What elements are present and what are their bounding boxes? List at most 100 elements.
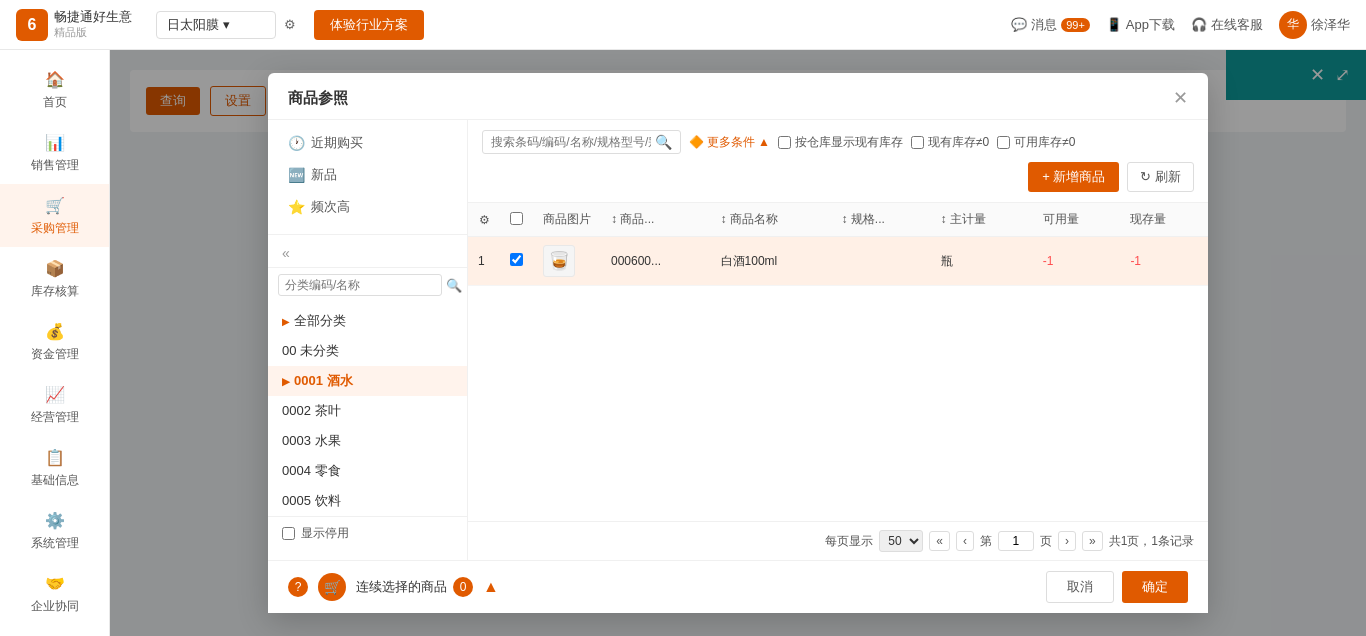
settings-icon-btn[interactable]: ⚙ xyxy=(276,13,304,36)
col-available-header: 可用量 xyxy=(1033,203,1121,237)
home-icon: 🏠 xyxy=(44,68,66,90)
left-panel: 🕐 近期购买 🆕 新品 ⭐ 频次高 xyxy=(268,120,468,560)
cat-0001[interactable]: ▶ 0001 酒水 xyxy=(268,366,467,396)
show-disabled-checkbox[interactable] xyxy=(282,527,295,540)
clock-icon: 🕐 xyxy=(288,135,305,151)
cat-0003[interactable]: 0003 水果 xyxy=(268,426,467,456)
collapse-left-button[interactable]: « xyxy=(274,241,298,265)
product-toolbar: 🔍 🔶 更多条件 ▲ 按仓库显示现有库存 xyxy=(468,120,1208,203)
management-icon: 📈 xyxy=(44,383,66,405)
message-icon: 💬 xyxy=(1011,17,1027,32)
sidebar-item-sales[interactable]: 📊 销售管理 xyxy=(0,121,109,184)
page-size-select[interactable]: 50 xyxy=(879,530,923,552)
sidebar-item-guide[interactable]: 🎯 新手引导 xyxy=(0,625,109,636)
checkbox-available-nonzero: 可用库存≠0 xyxy=(997,134,1075,151)
cat-all[interactable]: ▶ 全部分类 xyxy=(268,306,467,336)
footer-right: 取消 确定 xyxy=(1046,571,1188,603)
sidebar-item-collab[interactable]: 🤝 企业协同 xyxy=(0,562,109,625)
selected-count: 连续选择的商品 0 xyxy=(356,577,473,597)
service-item[interactable]: 🎧 在线客服 xyxy=(1191,16,1263,34)
table-row[interactable]: 1 🥃 xyxy=(468,237,1208,286)
modal-title: 商品参照 xyxy=(288,89,348,108)
purchase-icon: 🛒 xyxy=(44,194,66,216)
cat-0004[interactable]: 0004 零食 xyxy=(268,456,467,486)
page-number-input[interactable]: 1 xyxy=(998,531,1034,551)
row-checkbox[interactable] xyxy=(510,253,523,266)
user-item[interactable]: 华 徐泽华 xyxy=(1279,11,1350,39)
sidebar: 🏠 首页 📊 销售管理 🛒 采购管理 📦 库存核算 💰 资金管理 📈 经营管理 … xyxy=(0,50,110,636)
col-check xyxy=(500,203,533,237)
collapse-cart-button[interactable]: ▲ xyxy=(483,578,499,596)
col-name-header[interactable]: ↕ 商品名称 xyxy=(711,203,832,237)
category-search: 🔍 xyxy=(268,267,467,302)
product-image: 🥃 xyxy=(543,245,575,277)
toolbar-actions: + 新增商品 ↻ 刷新 xyxy=(1028,162,1194,192)
headset-icon: 🎧 xyxy=(1191,17,1207,32)
cancel-button[interactable]: 取消 xyxy=(1046,571,1114,603)
footer-left: ? 🛒 连续选择的商品 0 ▲ xyxy=(288,573,499,601)
filter-button[interactable]: 🔶 更多条件 ▲ xyxy=(689,134,770,151)
cell-spec xyxy=(832,237,931,286)
refresh-button[interactable]: ↻ 刷新 xyxy=(1127,162,1194,192)
sidebar-item-management[interactable]: 📈 经营管理 xyxy=(0,373,109,436)
sidebar-item-finance[interactable]: 💰 资金管理 xyxy=(0,310,109,373)
cat-0005[interactable]: 0005 饮料 xyxy=(268,486,467,516)
store-selector[interactable]: 日太阳膜 ▾ xyxy=(156,11,276,39)
confirm-button[interactable]: 确定 xyxy=(1122,571,1188,603)
col-img-header: 商品图片 xyxy=(533,203,601,237)
category-search-input[interactable] xyxy=(278,274,442,296)
sidebar-item-purchase[interactable]: 🛒 采购管理 xyxy=(0,184,109,247)
product-table-container: ⚙ 商品图片 ↕ 商品... xyxy=(468,203,1208,521)
product-search-input[interactable] xyxy=(491,135,651,149)
checkbox-available-not-zero[interactable] xyxy=(997,136,1010,149)
modal-header: 商品参照 ✕ xyxy=(268,73,1208,120)
col-code-header[interactable]: ↕ 商品... xyxy=(601,203,711,237)
sidebar-item-system[interactable]: ⚙️ 系统管理 xyxy=(0,499,109,562)
add-product-button[interactable]: + 新增商品 xyxy=(1028,162,1119,192)
cell-name: 白酒100ml xyxy=(711,237,832,286)
col-unit-header[interactable]: ↕ 主计量 xyxy=(931,203,1033,237)
app-download-item[interactable]: 📱 App下载 xyxy=(1106,16,1175,34)
cat-0002[interactable]: 0002 茶叶 xyxy=(268,396,467,426)
last-page-button[interactable]: » xyxy=(1082,531,1103,551)
modal-close-button[interactable]: ✕ xyxy=(1173,87,1188,109)
cell-unit: 瓶 xyxy=(931,237,1033,286)
logo-version: 精品版 xyxy=(54,25,132,40)
checkbox-stock-not-zero[interactable] xyxy=(911,136,924,149)
modal-body: 🕐 近期购买 🆕 新品 ⭐ 频次高 xyxy=(268,120,1208,560)
tab-new-products[interactable]: 🆕 新品 xyxy=(278,160,457,190)
count-badge: 0 xyxy=(453,577,473,597)
cat-00[interactable]: 00 未分类 xyxy=(268,336,467,366)
cell-check[interactable] xyxy=(500,237,533,286)
product-search-box: 🔍 xyxy=(482,130,681,154)
select-all-checkbox[interactable] xyxy=(510,212,523,225)
first-page-button[interactable]: « xyxy=(929,531,950,551)
finance-icon: 💰 xyxy=(44,320,66,342)
try-button[interactable]: 体验行业方案 xyxy=(314,10,424,40)
help-button[interactable]: ? xyxy=(288,577,308,597)
nav-right: 💬 消息 99+ 📱 App下载 🎧 在线客服 华 徐泽华 xyxy=(1011,11,1350,39)
sidebar-item-basic-info[interactable]: 📋 基础信息 xyxy=(0,436,109,499)
cart-button[interactable]: 🛒 xyxy=(318,573,346,601)
collab-icon: 🤝 xyxy=(44,572,66,594)
tab-high-frequency[interactable]: ⭐ 频次高 xyxy=(278,192,457,222)
col-spec-header[interactable]: ↕ 规格... xyxy=(832,203,931,237)
checkbox-by-warehouse[interactable] xyxy=(778,136,791,149)
sidebar-item-inventory[interactable]: 📦 库存核算 xyxy=(0,247,109,310)
tab-recent-purchase[interactable]: 🕐 近期购买 xyxy=(278,128,457,158)
content-area: 查询 设置 ✕ ⤢ 商品参照 ✕ xyxy=(110,50,1366,636)
main-layout: 🏠 首页 📊 销售管理 🛒 采购管理 📦 库存核算 💰 资金管理 📈 经营管理 … xyxy=(0,50,1366,636)
message-nav-item[interactable]: 💬 消息 99+ xyxy=(1011,16,1090,34)
product-reference-modal: 商品参照 ✕ 🕐 近期购买 🆕 xyxy=(268,73,1208,613)
search-icon[interactable]: 🔍 xyxy=(655,134,672,150)
basic-info-icon: 📋 xyxy=(44,446,66,468)
sidebar-item-home[interactable]: 🏠 首页 xyxy=(0,58,109,121)
arrow-icon: ▶ xyxy=(282,316,290,327)
pagination: 每页显示 50 « ‹ 第 1 页 › » 共1页，1条记录 xyxy=(468,521,1208,560)
prev-page-button[interactable]: ‹ xyxy=(956,531,974,551)
right-panel: 🔍 🔶 更多条件 ▲ 按仓库显示现有库存 xyxy=(468,120,1208,560)
next-page-button[interactable]: › xyxy=(1058,531,1076,551)
arrow-icon-0001: ▶ xyxy=(282,376,290,387)
cell-available: -1 xyxy=(1033,237,1121,286)
search-icon[interactable]: 🔍 xyxy=(446,278,462,293)
